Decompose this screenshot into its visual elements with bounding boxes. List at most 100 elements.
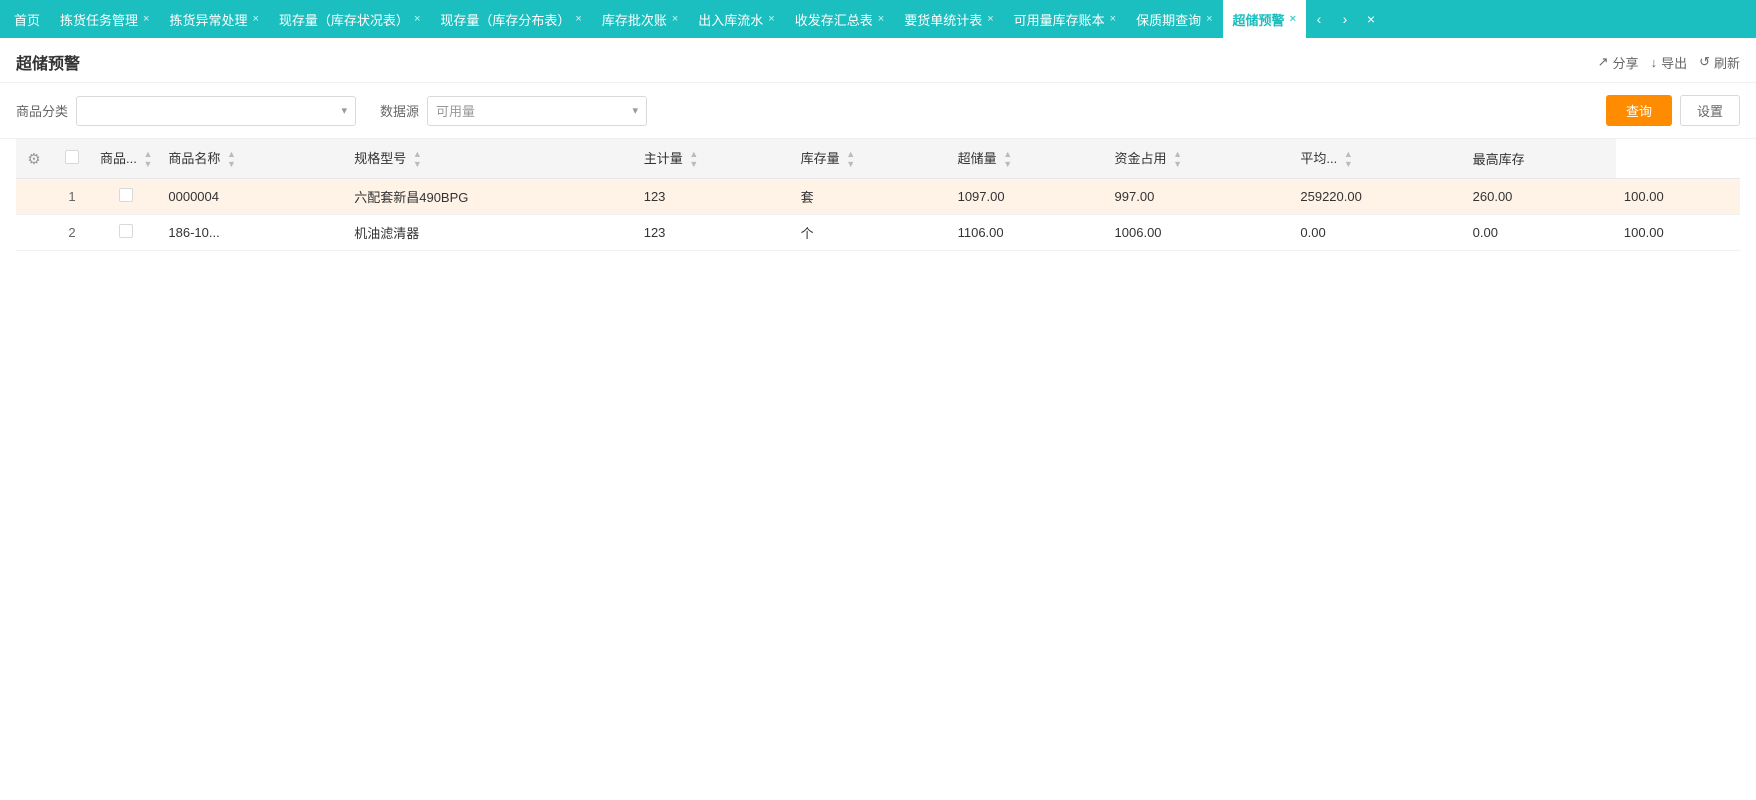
refresh-button[interactable]: ↺ 刷新	[1699, 53, 1740, 72]
row-num: 1	[52, 179, 92, 215]
row-stock: 1106.00	[950, 215, 1107, 251]
settings-button[interactable]: 设置	[1680, 95, 1740, 126]
sort-icon-over-stock[interactable]: ▲ ▼	[1003, 150, 1012, 169]
sort-icon-stock[interactable]: ▲ ▼	[846, 150, 855, 169]
table-row[interactable]: 2 186-10... 机油滤清器 123 个 1106.00 1006.00 …	[16, 215, 1740, 251]
category-arrow-icon: ▾	[341, 104, 347, 117]
row-avg: 0.00	[1465, 215, 1616, 251]
table-container: ⚙ 商品... ▲ ▼ 商品名称	[0, 139, 1756, 251]
refresh-icon: ↺	[1699, 54, 1710, 70]
table-row[interactable]: 1 0000004 六配套新昌490BPG 123 套 1097.00 997.…	[16, 179, 1740, 215]
nav-item-summary[interactable]: 收发存汇总表 ×	[785, 0, 894, 38]
row-avg: 260.00	[1465, 179, 1616, 215]
row-spec: 123	[636, 179, 793, 215]
col-header-avg: 平均... ▲ ▼	[1292, 139, 1464, 179]
col-header-unit: 主计量 ▲ ▼	[636, 139, 793, 179]
col-header-capital-use: 资金占用 ▲ ▼	[1107, 139, 1293, 179]
close-tab-exception[interactable]: ×	[252, 13, 258, 25]
sort-icon-unit[interactable]: ▲ ▼	[689, 150, 698, 169]
nav-next-arrow[interactable]: ›	[1332, 0, 1358, 38]
table-body: 1 0000004 六配套新昌490BPG 123 套 1097.00 997.…	[16, 179, 1740, 251]
close-tab-task-mgmt[interactable]: ×	[143, 13, 149, 25]
close-tab-demand[interactable]: ×	[987, 13, 993, 25]
nav-item-task-mgmt[interactable]: 拣货任务管理 ×	[50, 0, 159, 38]
close-tab-expiry[interactable]: ×	[1206, 13, 1212, 25]
col-header-product-name: 商品名称 ▲ ▼	[160, 139, 346, 179]
row-product-code: 0000004	[160, 179, 346, 215]
export-icon: ↓	[1651, 55, 1658, 70]
header-actions: ↗ 分享 ↓ 导出 ↺ 刷新	[1598, 53, 1740, 72]
page-header: 超储预警 ↗ 分享 ↓ 导出 ↺ 刷新	[0, 38, 1756, 83]
table-header-row: ⚙ 商品... ▲ ▼ 商品名称	[16, 139, 1740, 179]
top-navigation: 首页 拣货任务管理 × 拣货异常处理 × 现存量（库存状况表） × 现存量（库存…	[0, 0, 1756, 38]
row-product-name: 六配套新昌490BPG	[346, 179, 635, 215]
close-tab-overstock[interactable]: ×	[1290, 13, 1296, 25]
row-product-name: 机油滤清器	[346, 215, 635, 251]
nav-item-expiry[interactable]: 保质期查询 ×	[1126, 0, 1222, 38]
sort-icon-spec[interactable]: ▲ ▼	[413, 150, 422, 169]
row-spec: 123	[636, 215, 793, 251]
row-capital-use: 259220.00	[1292, 179, 1464, 215]
close-tab-batch[interactable]: ×	[672, 13, 678, 25]
nav-item-stock-dist[interactable]: 现存量（库存分布表） ×	[430, 0, 591, 38]
row-unit: 个	[793, 215, 950, 251]
col-header-stock: 库存量 ▲ ▼	[793, 139, 950, 179]
sort-icon-avg[interactable]: ▲ ▼	[1344, 150, 1353, 169]
nav-close-arrow[interactable]: ×	[1358, 0, 1384, 38]
col-header-spec: 规格型号 ▲ ▼	[346, 139, 635, 179]
row-over-stock: 1006.00	[1107, 215, 1293, 251]
nav-item-avail-stock[interactable]: 可用量库存账本 ×	[1004, 0, 1126, 38]
row-num: 2	[52, 215, 92, 251]
category-select[interactable]: ▾	[76, 96, 356, 126]
share-button[interactable]: ↗ 分享	[1598, 53, 1639, 72]
row-max-stock: 100.00	[1616, 215, 1740, 251]
sort-icon-product-name[interactable]: ▲ ▼	[227, 150, 236, 169]
datasource-select[interactable]: 可用量 ▾	[427, 96, 647, 126]
col-header-over-stock: 超储量 ▲ ▼	[950, 139, 1107, 179]
col-header-checkbox	[52, 139, 92, 179]
row-stock: 1097.00	[950, 179, 1107, 215]
nav-item-demand[interactable]: 要货单统计表 ×	[894, 0, 1003, 38]
row-checkbox[interactable]	[119, 224, 133, 238]
col-header-gear: ⚙	[16, 139, 52, 179]
nav-prev-arrow[interactable]: ‹	[1306, 0, 1332, 38]
nav-item-stock-status[interactable]: 现存量（库存状况表） ×	[269, 0, 430, 38]
close-tab-summary[interactable]: ×	[878, 13, 884, 25]
data-table: ⚙ 商品... ▲ ▼ 商品名称	[16, 139, 1740, 251]
filter-bar: 商品分类 ▾ 数据源 可用量 ▾ 查询 设置	[0, 83, 1756, 138]
row-product-code: 186-10...	[160, 215, 346, 251]
close-tab-stock-status[interactable]: ×	[414, 13, 420, 25]
row-checkbox[interactable]	[119, 188, 133, 202]
nav-item-overstock[interactable]: 超储预警 ×	[1223, 0, 1306, 38]
query-button[interactable]: 查询	[1606, 95, 1672, 126]
header-checkbox[interactable]	[65, 150, 79, 164]
table-gear-icon[interactable]: ⚙	[27, 151, 40, 168]
category-label: 商品分类	[16, 101, 68, 120]
close-tab-stock-dist[interactable]: ×	[575, 13, 581, 25]
row-gear-cell	[16, 179, 52, 215]
row-max-stock: 100.00	[1616, 179, 1740, 215]
row-capital-use: 0.00	[1292, 215, 1464, 251]
row-gear-cell	[16, 215, 52, 251]
sort-icon-product-code[interactable]: ▲ ▼	[143, 150, 152, 169]
page-title: 超储预警	[16, 50, 80, 74]
row-over-stock: 997.00	[1107, 179, 1293, 215]
col-header-product-code: 商品... ▲ ▼	[92, 139, 160, 179]
col-header-max-stock: 最高库存	[1465, 139, 1616, 179]
nav-item-inout-flow[interactable]: 出入库流水 ×	[688, 0, 784, 38]
datasource-value: 可用量	[436, 101, 475, 120]
nav-item-exception[interactable]: 拣货异常处理 ×	[159, 0, 268, 38]
nav-item-batch[interactable]: 库存批次账 ×	[592, 0, 688, 38]
filter-actions: 查询 设置	[1606, 95, 1740, 126]
share-icon: ↗	[1598, 54, 1609, 70]
row-unit: 套	[793, 179, 950, 215]
close-tab-inout-flow[interactable]: ×	[768, 13, 774, 25]
sort-icon-capital-use[interactable]: ▲ ▼	[1173, 150, 1182, 169]
page-container: 超储预警 ↗ 分享 ↓ 导出 ↺ 刷新 商品分类 ▾ 数据源	[0, 38, 1756, 800]
nav-item-home[interactable]: 首页	[4, 0, 50, 38]
close-tab-avail-stock[interactable]: ×	[1110, 13, 1116, 25]
datasource-label: 数据源	[380, 101, 419, 120]
export-button[interactable]: ↓ 导出	[1651, 53, 1688, 72]
row-checkbox-cell	[92, 179, 160, 215]
datasource-arrow-icon: ▾	[633, 104, 639, 117]
